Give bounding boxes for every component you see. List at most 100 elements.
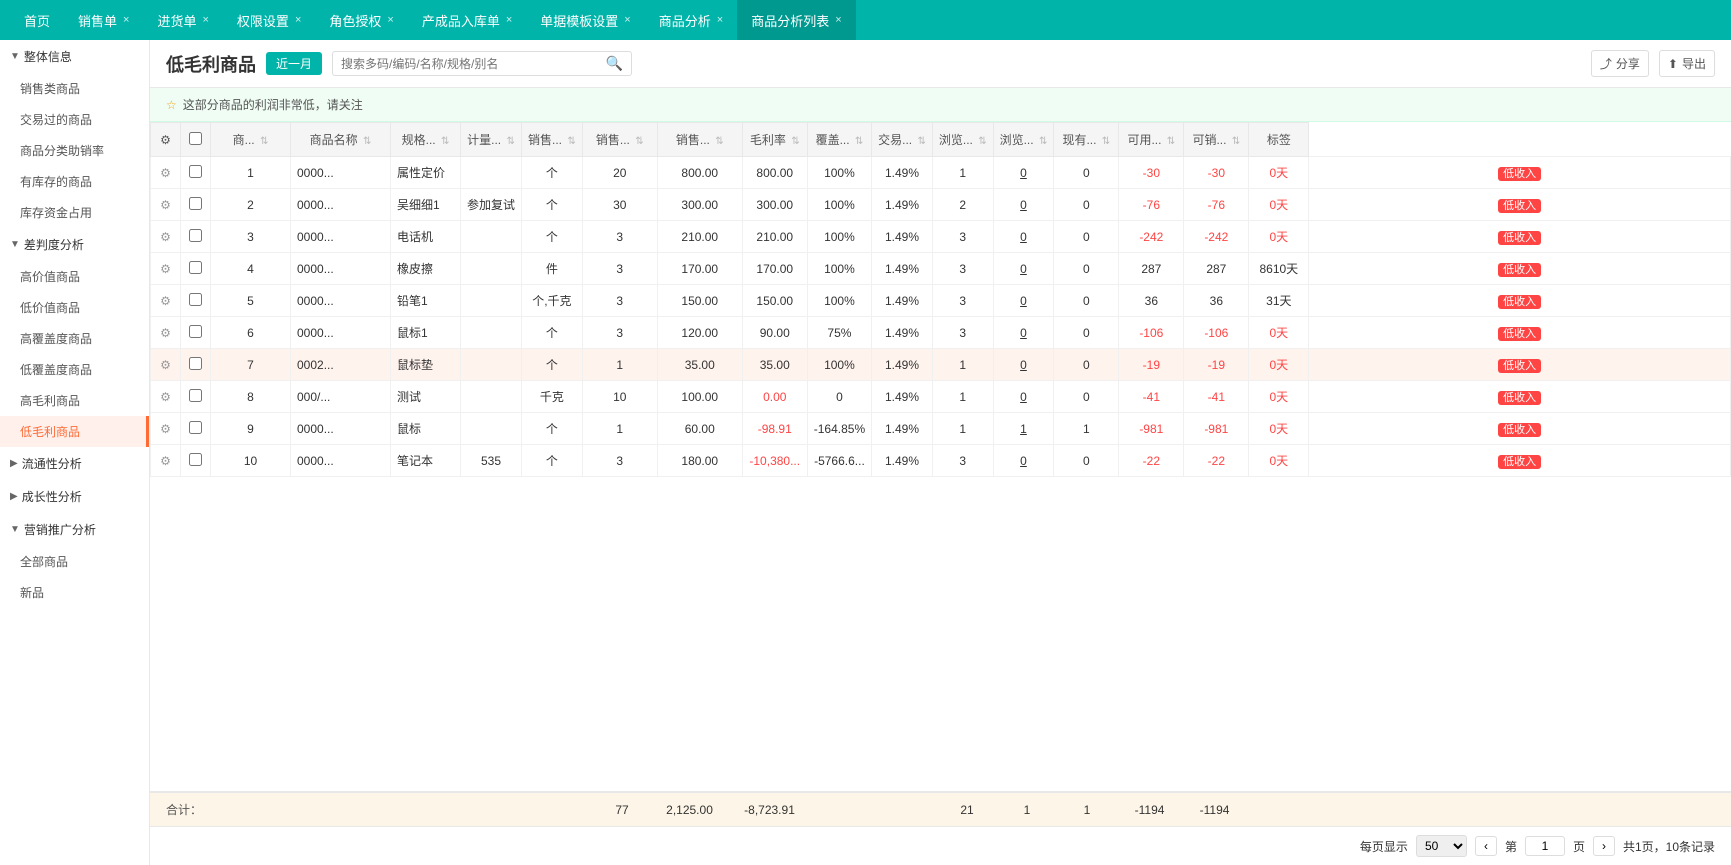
row-settings[interactable]: ⚙ <box>151 413 181 445</box>
col-sales-profit[interactable]: 销售... ⇅ <box>657 123 742 157</box>
row-settings-icon[interactable]: ⚙ <box>160 230 171 244</box>
row-checkbox[interactable] <box>181 413 211 445</box>
sidebar-item-category-sales[interactable]: 商品分类助销率 <box>0 135 149 166</box>
col-code[interactable]: 商... ⇅ <box>211 123 291 157</box>
search-input[interactable] <box>341 57 606 71</box>
row-checkbox[interactable] <box>181 285 211 317</box>
row-views1[interactable]: 0 <box>993 317 1054 349</box>
nav-product-analysis-list[interactable]: 商品分析列表 × <box>737 0 855 40</box>
col-sales-amt[interactable]: 销售... ⇅ <box>582 123 657 157</box>
row-settings[interactable]: ⚙ <box>151 253 181 285</box>
select-all-checkbox[interactable] <box>189 132 202 145</box>
row-views1[interactable]: 0 <box>993 253 1054 285</box>
row-views1[interactable]: 0 <box>993 157 1054 189</box>
row-settings[interactable]: ⚙ <box>151 349 181 381</box>
row-select-checkbox[interactable] <box>189 197 202 210</box>
sidebar-group-growth-title[interactable]: ▶ 成长性分析 <box>0 480 149 513</box>
row-checkbox[interactable] <box>181 253 211 285</box>
row-views1[interactable]: 0 <box>993 381 1054 413</box>
share-button[interactable]: ⤴ 分享 <box>1591 50 1649 77</box>
col-spec[interactable]: 规格... ⇅ <box>391 123 461 157</box>
nav-purchase-close[interactable]: × <box>202 14 208 26</box>
nav-sales[interactable]: 销售单 × <box>64 0 143 40</box>
sidebar-group-liquidity-title[interactable]: ▶ 流通性分析 <box>0 447 149 480</box>
nav-permissions-close[interactable]: × <box>295 14 301 26</box>
row-select-checkbox[interactable] <box>189 421 202 434</box>
sidebar-item-sales-goods[interactable]: 销售类商品 <box>0 73 149 104</box>
row-select-checkbox[interactable] <box>189 357 202 370</box>
nav-product-analysis[interactable]: 商品分析 × <box>645 0 737 40</box>
row-views1[interactable]: 0 <box>993 221 1054 253</box>
page-size-select[interactable]: 50 20 100 <box>1416 835 1467 857</box>
settings-icon[interactable]: ⚙ <box>160 133 171 147</box>
row-settings[interactable]: ⚙ <box>151 445 181 477</box>
sidebar-item-traded-goods[interactable]: 交易过的商品 <box>0 104 149 135</box>
row-checkbox[interactable] <box>181 445 211 477</box>
sidebar-item-high-margin[interactable]: 高毛利商品 <box>0 385 149 416</box>
sidebar-item-high-value[interactable]: 高价值商品 <box>0 261 149 292</box>
search-icon[interactable]: 🔍 <box>606 55 623 72</box>
nav-sales-close[interactable]: × <box>123 14 129 26</box>
col-available[interactable]: 可用... ⇅ <box>1119 123 1184 157</box>
sidebar-item-new-goods[interactable]: 新品 <box>0 577 149 608</box>
row-select-checkbox[interactable] <box>189 293 202 306</box>
sidebar-group-differential-title[interactable]: ▼ 差判度分析 <box>0 228 149 261</box>
row-views1[interactable]: 0 <box>993 349 1054 381</box>
row-settings[interactable]: ⚙ <box>151 285 181 317</box>
row-select-checkbox[interactable] <box>189 453 202 466</box>
col-name[interactable]: 商品名称 ⇅ <box>291 123 391 157</box>
row-views1[interactable]: 1 <box>993 413 1054 445</box>
row-views1[interactable]: 0 <box>993 285 1054 317</box>
row-checkbox[interactable] <box>181 157 211 189</box>
col-sales-qty[interactable]: 销售... ⇅ <box>522 123 583 157</box>
row-views1[interactable]: 0 <box>993 189 1054 221</box>
sidebar-item-low-value[interactable]: 低价值商品 <box>0 292 149 323</box>
row-checkbox[interactable] <box>181 221 211 253</box>
nav-home[interactable]: 首页 <box>10 0 64 40</box>
row-settings-icon[interactable]: ⚙ <box>160 198 171 212</box>
row-settings[interactable]: ⚙ <box>151 317 181 349</box>
row-settings[interactable]: ⚙ <box>151 157 181 189</box>
row-settings-icon[interactable]: ⚙ <box>160 166 171 180</box>
col-gross-margin[interactable]: 毛利率 ⇅ <box>742 123 807 157</box>
prev-page-button[interactable]: ‹ <box>1475 836 1497 856</box>
col-transactions[interactable]: 交易... ⇅ <box>872 123 933 157</box>
row-select-checkbox[interactable] <box>189 165 202 178</box>
col-sellable[interactable]: 可销... ⇅ <box>1184 123 1249 157</box>
row-views1[interactable]: 0 <box>993 445 1054 477</box>
row-settings-icon[interactable]: ⚙ <box>160 422 171 436</box>
col-checkbox[interactable] <box>181 123 211 157</box>
sidebar-item-high-coverage[interactable]: 高覆盖度商品 <box>0 323 149 354</box>
sidebar-item-in-stock[interactable]: 有库存的商品 <box>0 166 149 197</box>
col-settings[interactable]: ⚙ <box>151 123 181 157</box>
row-select-checkbox[interactable] <box>189 389 202 402</box>
row-checkbox[interactable] <box>181 317 211 349</box>
nav-permissions[interactable]: 权限设置 × <box>223 0 315 40</box>
col-current-stock[interactable]: 现有... ⇅ <box>1054 123 1119 157</box>
nav-template-close[interactable]: × <box>624 14 630 26</box>
sidebar-item-all-goods[interactable]: 全部商品 <box>0 546 149 577</box>
row-settings-icon[interactable]: ⚙ <box>160 262 171 276</box>
row-settings-icon[interactable]: ⚙ <box>160 326 171 340</box>
row-checkbox[interactable] <box>181 189 211 221</box>
nav-roles[interactable]: 角色授权 × <box>315 0 407 40</box>
row-settings-icon[interactable]: ⚙ <box>160 358 171 372</box>
filter-button[interactable]: 近一月 <box>266 52 322 75</box>
row-select-checkbox[interactable] <box>189 325 202 338</box>
row-select-checkbox[interactable] <box>189 261 202 274</box>
nav-product-analysis-list-close[interactable]: × <box>835 14 841 26</box>
row-settings[interactable]: ⚙ <box>151 189 181 221</box>
nav-template-settings[interactable]: 单据模板设置 × <box>526 0 644 40</box>
next-page-button[interactable]: › <box>1593 836 1615 856</box>
sidebar-item-low-coverage[interactable]: 低覆盖度商品 <box>0 354 149 385</box>
row-checkbox[interactable] <box>181 349 211 381</box>
sidebar-item-stock-capital[interactable]: 库存资金占用 <box>0 197 149 228</box>
row-select-checkbox[interactable] <box>189 229 202 242</box>
nav-finished-goods[interactable]: 产成品入库单 × <box>408 0 526 40</box>
nav-product-analysis-close[interactable]: × <box>717 14 723 26</box>
export-button[interactable]: ⬆ 导出 <box>1659 50 1715 77</box>
nav-finished-goods-close[interactable]: × <box>506 14 512 26</box>
sidebar-group-overall-title[interactable]: ▼ 整体信息 <box>0 40 149 73</box>
row-settings-icon[interactable]: ⚙ <box>160 294 171 308</box>
col-unit[interactable]: 计量... ⇅ <box>461 123 522 157</box>
